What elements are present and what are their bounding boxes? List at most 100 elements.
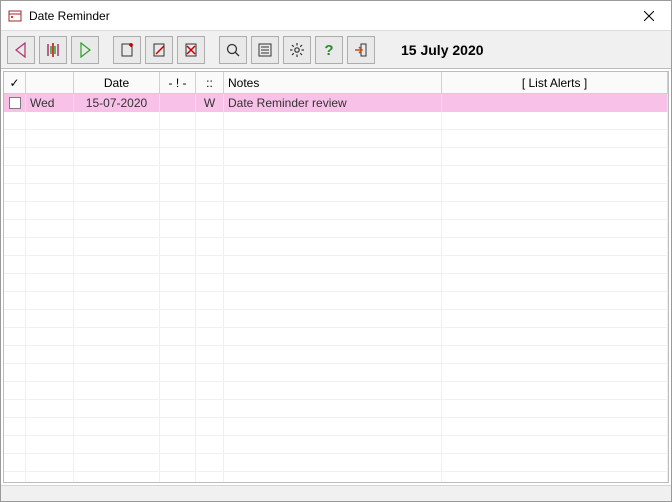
current-date-label: 15 July 2020 — [401, 42, 484, 58]
table-row-empty — [4, 202, 668, 220]
row-alerts — [442, 418, 668, 435]
row-date — [74, 274, 160, 291]
next-button[interactable] — [71, 36, 99, 64]
row-alerts — [442, 436, 668, 453]
row-priority — [160, 274, 196, 291]
search-button[interactable] — [219, 36, 247, 64]
row-dots — [196, 472, 224, 482]
row-notes — [224, 292, 442, 309]
col-header-date[interactable]: Date — [74, 72, 160, 93]
row-day — [26, 364, 74, 381]
row-alerts — [442, 202, 668, 219]
table-row-empty — [4, 256, 668, 274]
row-checkbox-cell — [4, 472, 26, 482]
row-dots — [196, 454, 224, 471]
row-alerts — [442, 94, 668, 112]
row-dots — [196, 436, 224, 453]
table-row-empty — [4, 220, 668, 238]
row-notes — [224, 328, 442, 345]
row-checkbox-cell[interactable] — [4, 94, 26, 112]
row-date — [74, 166, 160, 183]
help-button[interactable]: ? — [315, 36, 343, 64]
delete-entry-button[interactable] — [177, 36, 205, 64]
row-checkbox-cell — [4, 274, 26, 291]
list-icon — [257, 42, 273, 58]
settings-button[interactable] — [283, 36, 311, 64]
row-dots: W — [196, 94, 224, 112]
row-date — [74, 472, 160, 482]
col-header-day[interactable] — [26, 72, 74, 93]
row-alerts — [442, 400, 668, 417]
row-date — [74, 292, 160, 309]
today-button[interactable] — [39, 36, 67, 64]
row-priority — [160, 436, 196, 453]
row-dots — [196, 148, 224, 165]
row-notes — [224, 400, 442, 417]
toolbar: ? 15 July 2020 — [1, 31, 671, 69]
grid-body[interactable]: Wed15-07-2020WDate Reminder review — [4, 94, 668, 482]
row-dots — [196, 256, 224, 273]
row-priority — [160, 184, 196, 201]
new-entry-button[interactable] — [113, 36, 141, 64]
row-alerts — [442, 148, 668, 165]
row-date — [74, 418, 160, 435]
col-header-dots[interactable]: :: — [196, 72, 224, 93]
svg-text:?: ? — [324, 42, 333, 58]
row-priority — [160, 256, 196, 273]
row-priority — [160, 346, 196, 363]
row-alerts — [442, 184, 668, 201]
row-dots — [196, 310, 224, 327]
row-day — [26, 256, 74, 273]
row-checkbox-cell — [4, 148, 26, 165]
row-checkbox-cell — [4, 346, 26, 363]
row-date — [74, 364, 160, 381]
row-alerts — [442, 364, 668, 381]
list-button[interactable] — [251, 36, 279, 64]
row-priority — [160, 166, 196, 183]
row-alerts — [442, 112, 668, 129]
row-notes — [224, 202, 442, 219]
row-priority — [160, 112, 196, 129]
tools-group: ? — [219, 36, 375, 64]
row-dots — [196, 418, 224, 435]
table-row[interactable]: Wed15-07-2020WDate Reminder review — [4, 94, 668, 112]
row-checkbox-cell — [4, 292, 26, 309]
exit-button[interactable] — [347, 36, 375, 64]
close-button[interactable] — [627, 1, 671, 31]
row-notes — [224, 472, 442, 482]
app-icon — [7, 8, 23, 24]
row-date — [74, 112, 160, 129]
row-priority — [160, 454, 196, 471]
row-notes — [224, 148, 442, 165]
row-notes — [224, 184, 442, 201]
table-row-empty — [4, 418, 668, 436]
row-notes: Date Reminder review — [224, 94, 442, 112]
row-day — [26, 238, 74, 255]
close-icon — [644, 11, 654, 21]
row-alerts — [442, 274, 668, 291]
prev-button[interactable] — [7, 36, 35, 64]
row-notes — [224, 256, 442, 273]
col-header-notes[interactable]: Notes — [224, 72, 442, 93]
row-dots — [196, 184, 224, 201]
col-header-priority[interactable]: - ! - — [160, 72, 196, 93]
row-notes — [224, 382, 442, 399]
row-date — [74, 184, 160, 201]
col-header-alerts[interactable]: [ List Alerts ] — [442, 72, 668, 93]
row-alerts — [442, 220, 668, 237]
row-date — [74, 382, 160, 399]
row-priority — [160, 292, 196, 309]
row-day — [26, 148, 74, 165]
table-row-empty — [4, 112, 668, 130]
row-checkbox-cell — [4, 238, 26, 255]
row-checkbox-cell — [4, 112, 26, 129]
col-header-check[interactable]: ✓ — [4, 72, 26, 93]
edit-entry-button[interactable] — [145, 36, 173, 64]
row-checkbox[interactable] — [9, 97, 21, 109]
row-dots — [196, 220, 224, 237]
row-dots — [196, 112, 224, 129]
row-alerts — [442, 310, 668, 327]
row-notes — [224, 310, 442, 327]
row-date — [74, 454, 160, 471]
row-day — [26, 274, 74, 291]
